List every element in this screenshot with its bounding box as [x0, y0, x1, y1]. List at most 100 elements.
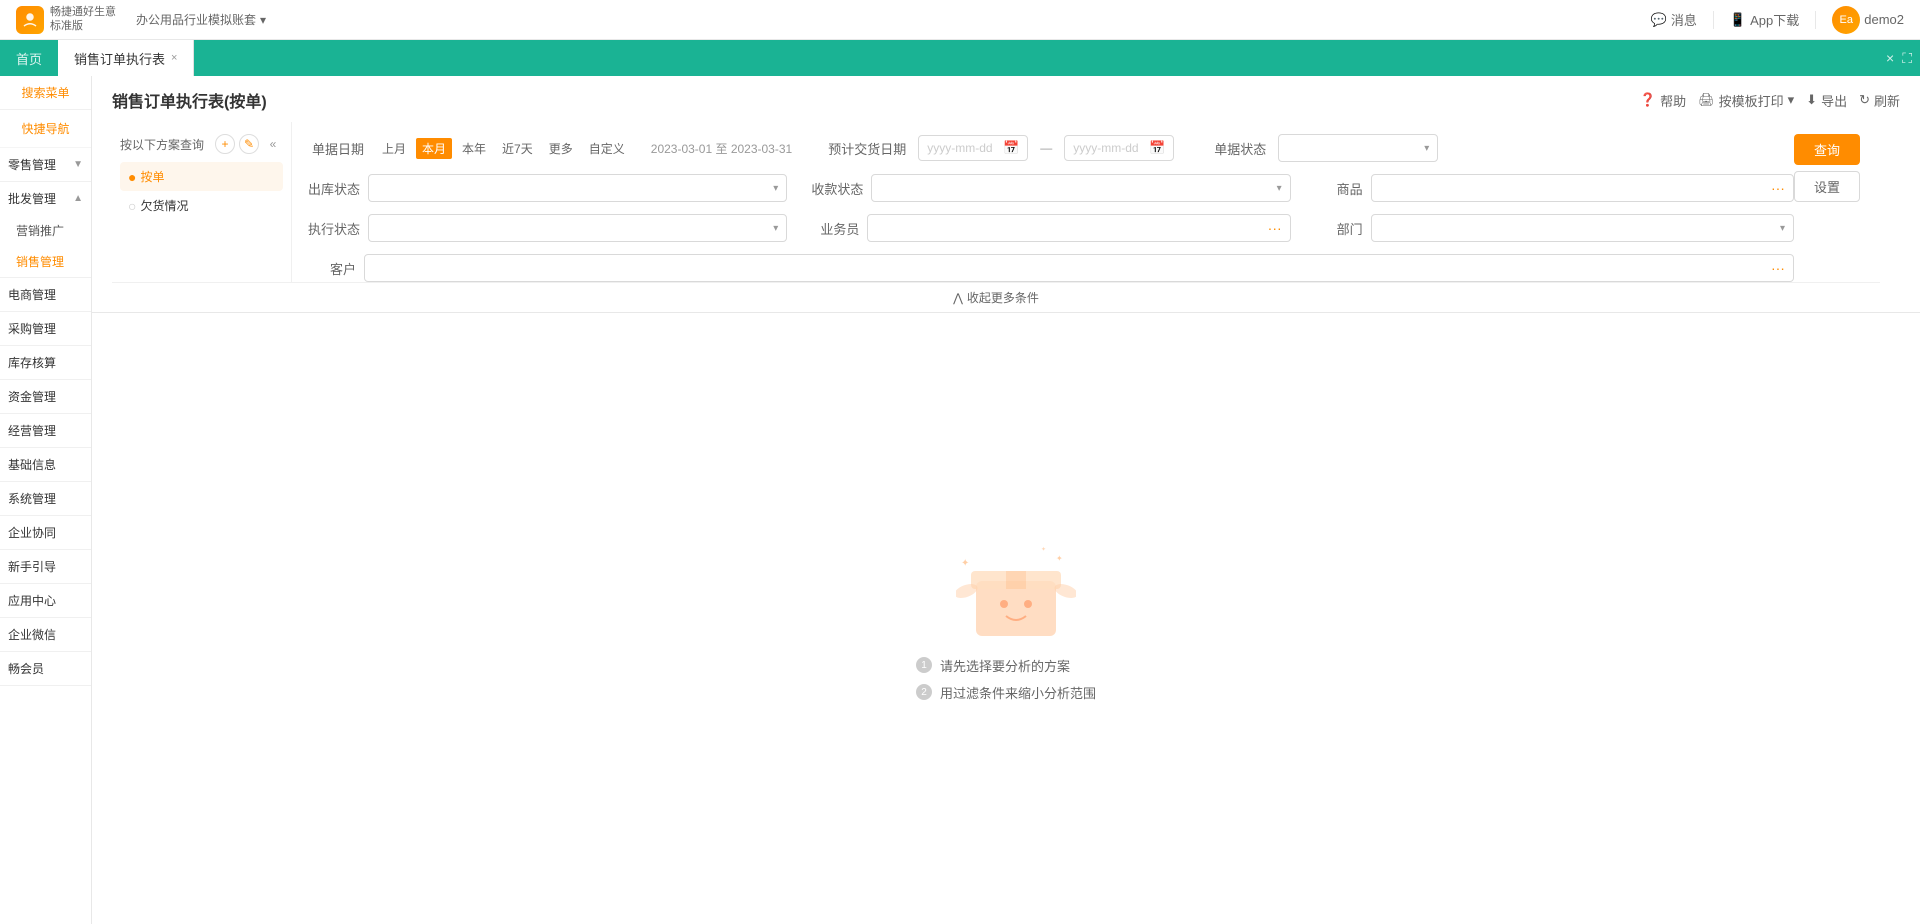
sidebar-section-purchase-header[interactable]: 采购管理	[0, 312, 91, 345]
sidebar-item-marketing[interactable]: 营销推广	[0, 215, 91, 246]
filter-row-date: 单据日期 上月 本月 本年 近7天 更多 自定义 2023-03-01 至 20…	[308, 134, 1794, 162]
sidebar-section-ecommerce-header[interactable]: 电商管理	[0, 278, 91, 311]
sidebar-section-enterprise: 企业协同	[0, 516, 91, 550]
sidebar-section-system-header[interactable]: 系统管理	[0, 482, 91, 515]
svg-text:✦: ✦	[1056, 554, 1063, 563]
page-header: 销售订单执行表(按单) ❓ 帮助 🖨 按模板打印 ▾ ⬇ 导出	[92, 76, 1920, 313]
calendar-from-icon: 📅	[1003, 140, 1019, 156]
filter-field-salesman: 业务员 ···	[811, 214, 1290, 242]
divider	[1713, 11, 1714, 29]
out-status-label: 出库状态	[308, 179, 368, 198]
tab-close-icon[interactable]: ×	[171, 52, 177, 64]
sidebar-section-ecommerce: 电商管理	[0, 278, 91, 312]
scheme-inactive-icon: ○	[128, 198, 136, 214]
setting-button[interactable]: 设置	[1794, 171, 1860, 202]
logo-area: 畅捷通好生意 标准版	[16, 6, 116, 34]
add-scheme-button[interactable]: +	[215, 134, 235, 154]
action-buttons: 查询 设置	[1794, 122, 1880, 202]
sidebar-section-member-header[interactable]: 畅会员	[0, 652, 91, 685]
exec-status-select[interactable]: ▾	[368, 214, 787, 242]
tab-sales-order[interactable]: 销售订单执行表 ×	[58, 40, 194, 76]
collapse-scheme-button[interactable]: «	[263, 134, 283, 154]
sidebar-section-system: 系统管理	[0, 482, 91, 516]
expected-date-from-input[interactable]: yyyy-mm-dd 📅	[918, 135, 1028, 161]
shortcut-7days[interactable]: 近7天	[496, 138, 539, 159]
sidebar-section-retail: 零售管理 ▼	[0, 148, 91, 182]
print-dropdown-icon: ▾	[1788, 92, 1795, 108]
calendar-to-icon: 📅	[1149, 140, 1165, 156]
shortcut-prev-month[interactable]: 上月	[376, 138, 412, 159]
scheme-panel-label: 按以下方案查询	[120, 136, 204, 153]
app-download-button[interactable]: 📱 App下载	[1730, 10, 1799, 29]
filter-field-customer: 客户 ···	[308, 254, 1794, 282]
shortcut-more[interactable]: 更多	[543, 138, 579, 159]
filter-field-collect-status: 收款状态 ▾	[811, 174, 1290, 202]
header-left: 畅捷通好生意 标准版 办公用品行业模拟账套 ▾	[16, 6, 266, 34]
salesman-label: 业务员	[811, 219, 867, 238]
export-button[interactable]: ⬇ 导出	[1806, 91, 1847, 110]
sidebar-section-operations-header[interactable]: 经营管理	[0, 414, 91, 447]
sidebar-section-basic-info-header[interactable]: 基础信息	[0, 448, 91, 481]
shortcut-custom[interactable]: 自定义	[583, 138, 631, 159]
goods-input[interactable]: ···	[1371, 174, 1794, 202]
scheme-item-by-order[interactable]: ● 按单	[120, 162, 283, 191]
salesman-input[interactable]: ···	[867, 214, 1290, 242]
search-button[interactable]: 查询	[1794, 134, 1860, 165]
status-select[interactable]: ▾	[1278, 134, 1438, 162]
sidebar-section-appcenter-header[interactable]: 应用中心	[0, 584, 91, 617]
sidebar-section-finance-header[interactable]: 资金管理	[0, 380, 91, 413]
nav-dropdown[interactable]: 办公用品行业模拟账套 ▾	[136, 11, 266, 28]
user-menu[interactable]: Ea demo2	[1832, 6, 1904, 34]
sidebar-section-guide: 新手引导	[0, 550, 91, 584]
goods-dots-icon[interactable]: ···	[1771, 180, 1785, 196]
sidebar-section-member: 畅会员	[0, 652, 91, 686]
window-expand-icon[interactable]: ⛶	[1902, 50, 1912, 67]
filter-field-exec-status: 执行状态 ▾	[308, 214, 787, 242]
filter-row-2: 出库状态 ▾ 收款状态 ▾	[308, 174, 1794, 202]
help-icon: ❓	[1640, 92, 1656, 108]
print-button[interactable]: 🖨 按模板打印 ▾	[1698, 91, 1794, 110]
empty-state: ✦ ✦ ✦ 1 请先选择要分析的方案 2 用过滤条件来缩小分析范围	[92, 313, 1920, 924]
collapse-up-icon: ⋀	[953, 291, 963, 305]
help-button[interactable]: ❓ 帮助	[1640, 91, 1686, 110]
empty-illustration: ✦ ✦ ✦	[956, 536, 1056, 636]
sidebar-section-finance: 资金管理	[0, 380, 91, 414]
collect-status-select[interactable]: ▾	[871, 174, 1290, 202]
main-layout: 搜索菜单 快捷导航 零售管理 ▼ 批发管理 ▲ 营销推广 销售管理 电	[0, 76, 1920, 924]
date-shortcuts: 上月 本月 本年 近7天 更多 自定义	[376, 138, 631, 159]
edit-scheme-button[interactable]: ✎	[239, 134, 259, 154]
tab-bar: 首页 销售订单执行表 × × ⛶	[0, 40, 1920, 76]
tab-home[interactable]: 首页	[0, 40, 58, 76]
sidebar-item-quick-nav[interactable]: 快捷导航	[0, 110, 91, 148]
shortcut-current-month[interactable]: 本月	[416, 138, 452, 159]
logo-icon	[16, 6, 44, 34]
refresh-button[interactable]: ↻ 刷新	[1859, 91, 1900, 110]
message-button[interactable]: 💬 消息	[1651, 10, 1697, 29]
out-status-select[interactable]: ▾	[368, 174, 787, 202]
sidebar-section-retail-header[interactable]: 零售管理 ▼	[0, 148, 91, 181]
customer-input[interactable]: ···	[364, 254, 1794, 282]
date-separator: —	[1040, 141, 1052, 155]
sidebar-item-sales[interactable]: 销售管理	[0, 246, 91, 277]
empty-step-1: 1 请先选择要分析的方案	[916, 656, 1096, 675]
sidebar-search-area: 搜索菜单	[0, 76, 91, 110]
sidebar-search-label: 搜索菜单	[8, 84, 83, 101]
divider2	[1815, 11, 1816, 29]
sidebar-section-guide-header[interactable]: 新手引导	[0, 550, 91, 583]
scheme-item-shortage[interactable]: ○ 欠货情况	[120, 191, 283, 220]
sidebar-section-wholesale-header[interactable]: 批发管理 ▲	[0, 182, 91, 215]
retail-arrow-icon: ▼	[73, 159, 83, 170]
sidebar-section-inventory-header[interactable]: 库存核算	[0, 346, 91, 379]
empty-step-2: 2 用过滤条件来缩小分析范围	[916, 683, 1096, 702]
collapse-bar[interactable]: ⋀ 收起更多条件	[112, 282, 1880, 312]
expected-date-to-input[interactable]: yyyy-mm-dd 📅	[1064, 135, 1174, 161]
sidebar-section-enterprise-header[interactable]: 企业协同	[0, 516, 91, 549]
customer-dots-icon[interactable]: ···	[1771, 260, 1785, 276]
shortcut-current-year[interactable]: 本年	[456, 138, 492, 159]
window-close-icon[interactable]: ×	[1886, 50, 1894, 66]
sidebar-section-wechat-header[interactable]: 企业微信	[0, 618, 91, 651]
dept-select[interactable]: ▾	[1371, 214, 1794, 242]
salesman-dots-icon[interactable]: ···	[1268, 220, 1282, 236]
step-num-2: 2	[916, 684, 932, 700]
sidebar-section-appcenter: 应用中心	[0, 584, 91, 618]
